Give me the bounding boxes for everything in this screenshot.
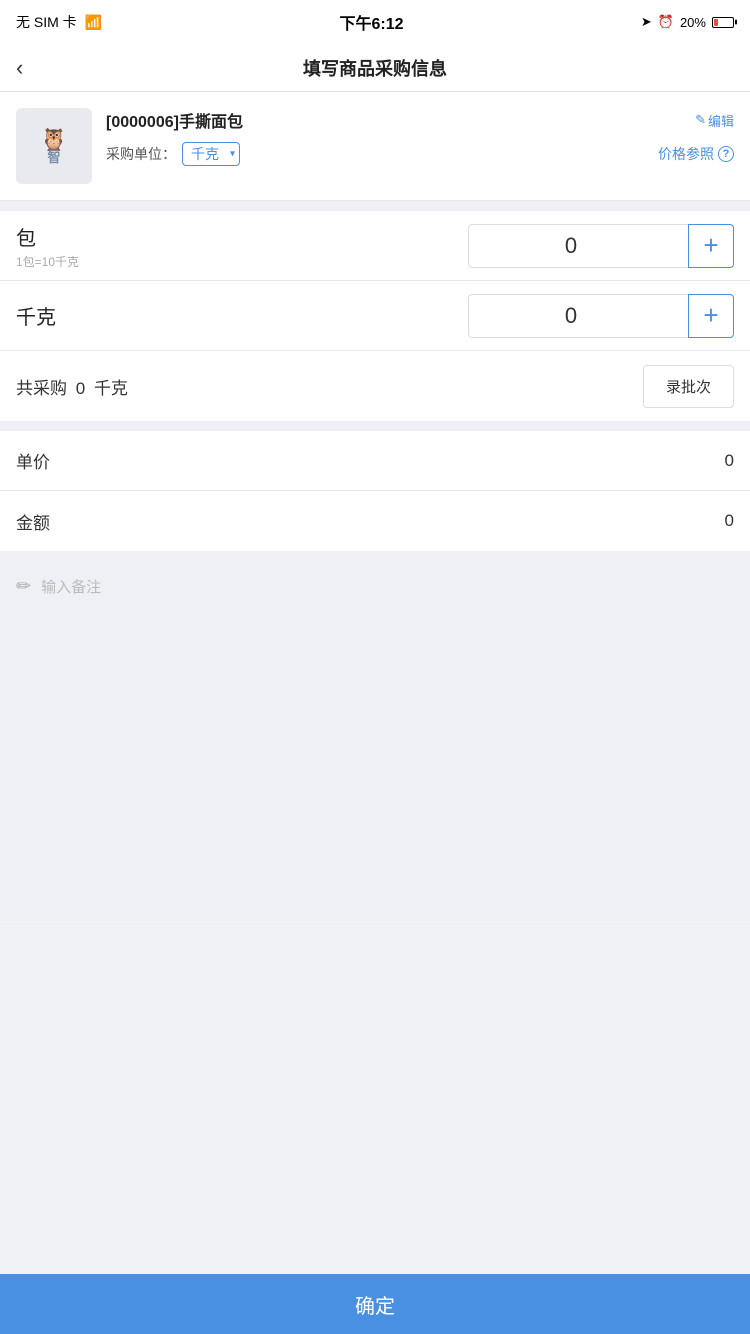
price-section: 单价 0 金额 0 [0, 431, 750, 551]
pencil-icon: ✏ [16, 576, 31, 597]
location-icon: ➤ [641, 14, 652, 30]
nav-bar: ‹ 填写商品采购信息 [0, 44, 750, 92]
kg-label-main: 千克 [16, 301, 56, 330]
wifi-icon: 📶 [85, 14, 102, 31]
edit-label: 编辑 [708, 111, 734, 130]
unit-row: 采购单位： 千克 包 价格参照 ? [106, 142, 734, 166]
status-carrier: 无 SIM 卡 📶 [16, 12, 102, 32]
bag-label-sub: 1包=10千克 [16, 253, 79, 270]
notes-section[interactable]: ✏ 输入备注 [0, 551, 750, 621]
amount-label: 金额 [16, 509, 50, 534]
price-reference-button[interactable]: 价格参照 ? [658, 144, 734, 164]
logo-line1: 🦉 [40, 129, 67, 151]
bag-plus-button[interactable]: + [688, 224, 734, 268]
price-ref-label: 价格参照 [658, 144, 714, 164]
back-button[interactable]: ‹ [16, 55, 23, 81]
edit-button[interactable]: ✎ 编辑 [695, 111, 734, 130]
status-time: 下午6:12 [339, 10, 403, 34]
bag-input-row: 包 1包=10千克 + [0, 211, 750, 281]
logo-line2: 智 [47, 151, 60, 164]
bag-label: 包 1包=10千克 [16, 222, 79, 270]
bag-input[interactable] [468, 224, 688, 268]
amount-value: 0 [725, 511, 734, 531]
confirm-button[interactable]: 确定 [0, 1274, 750, 1334]
kg-input-control: + [468, 294, 734, 338]
divider-2 [0, 421, 750, 431]
product-section: 🦉 智 [0000006]手撕面包 ✎ 编辑 采购单位： 千克 包 [0, 92, 750, 201]
battery-percent: 20% [680, 15, 706, 30]
page-title: 填写商品采购信息 [303, 55, 447, 81]
status-bar: 无 SIM 卡 📶 下午6:12 ➤ ⏰ 20% [0, 0, 750, 44]
summary-suffix: 千克 [94, 379, 128, 398]
carrier-text: 无 SIM 卡 [16, 12, 77, 32]
amount-row: 金额 0 [0, 491, 750, 551]
alarm-icon: ⏰ [658, 14, 674, 30]
status-right: ➤ ⏰ 20% [641, 14, 734, 30]
unit-price-label: 单价 [16, 448, 50, 473]
product-image: 🦉 智 [16, 108, 92, 184]
empty-area [0, 621, 750, 921]
edit-icon: ✎ [695, 112, 706, 128]
battery-icon [712, 17, 734, 28]
product-name: [0000006]手撕面包 [106, 108, 243, 132]
summary-value: 0 [76, 379, 85, 398]
unit-label: 采购单位： [106, 144, 176, 164]
input-section: 包 1包=10千克 + 千克 + [0, 211, 750, 351]
unit-select-wrapper[interactable]: 千克 包 [182, 142, 240, 166]
kg-input[interactable] [468, 294, 688, 338]
bag-input-control: + [468, 224, 734, 268]
notes-input[interactable]: 输入备注 [41, 576, 101, 597]
record-batch-button[interactable]: 录批次 [643, 365, 734, 408]
kg-plus-button[interactable]: + [688, 294, 734, 338]
unit-price-value: 0 [725, 451, 734, 471]
unit-price-row: 单价 0 [0, 431, 750, 491]
bag-label-main: 包 [16, 222, 79, 251]
unit-select[interactable]: 千克 包 [182, 142, 240, 166]
product-name-row: [0000006]手撕面包 ✎ 编辑 [106, 108, 734, 132]
summary-row: 共采购 0 千克 录批次 [0, 351, 750, 421]
divider-1 [0, 201, 750, 211]
product-logo: 🦉 智 [40, 129, 67, 164]
kg-input-row: 千克 + [0, 281, 750, 351]
kg-label: 千克 [16, 301, 56, 330]
summary-prefix: 共采购 [16, 379, 67, 398]
product-info: [0000006]手撕面包 ✎ 编辑 采购单位： 千克 包 价格参照 ? [106, 108, 734, 166]
summary-text: 共采购 0 千克 [16, 374, 128, 399]
help-icon: ? [718, 146, 734, 162]
